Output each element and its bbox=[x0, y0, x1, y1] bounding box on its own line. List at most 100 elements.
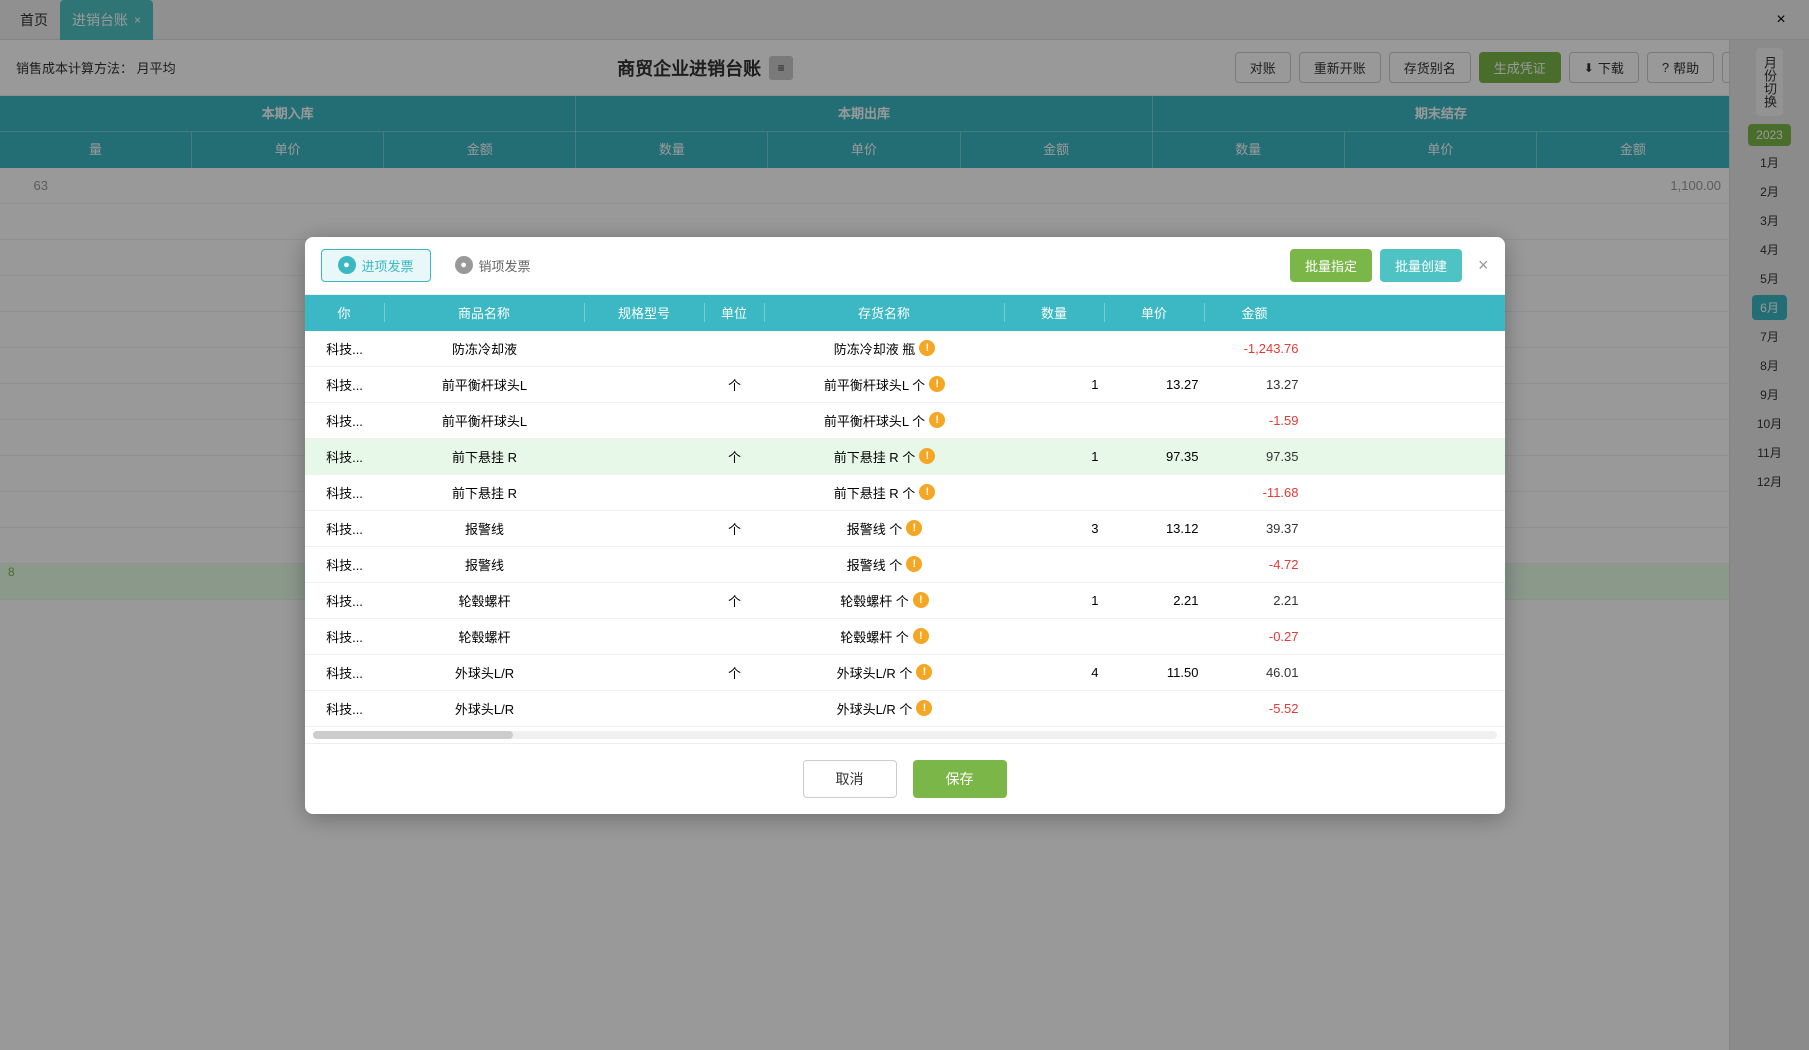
row-amount: 13.27 bbox=[1205, 377, 1305, 392]
row-inventory: 前下悬挂 R 个 ! bbox=[765, 483, 1005, 502]
row-unit: 个 bbox=[705, 519, 765, 538]
warning-icon: ! bbox=[906, 556, 922, 572]
col-header-product: 商品名称 bbox=[385, 303, 585, 322]
warning-icon: ! bbox=[919, 340, 935, 356]
row-company: 科技... bbox=[305, 555, 385, 574]
col-header-inventory: 存货名称 bbox=[765, 303, 1005, 322]
row-unit: 个 bbox=[705, 591, 765, 610]
row-amount: -5.52 bbox=[1205, 701, 1305, 716]
row-company: 科技... bbox=[305, 699, 385, 718]
dialog-close-button[interactable]: × bbox=[1478, 255, 1489, 276]
warning-icon: ! bbox=[913, 592, 929, 608]
row-price: 97.35 bbox=[1105, 449, 1205, 464]
col-header-price: 单价 bbox=[1105, 303, 1205, 322]
warning-icon: ! bbox=[929, 412, 945, 428]
batch-assign-button[interactable]: 批量指定 bbox=[1290, 249, 1372, 282]
row-product: 轮毂螺杆 bbox=[385, 627, 585, 646]
table-row[interactable]: 科技... 前平衡杆球头L 前平衡杆球头L 个 ! -1.59 bbox=[305, 403, 1505, 439]
tab-incoming-invoice[interactable]: ● 进项发票 bbox=[321, 249, 431, 282]
row-inventory: 防冻冷却液 瓶 ! bbox=[765, 339, 1005, 358]
dialog-header-right: 批量指定 批量创建 × bbox=[1290, 249, 1489, 282]
table-row[interactable]: 科技... 前下悬挂 R 个 前下悬挂 R 个 ! 1 97.35 97.35 bbox=[305, 439, 1505, 475]
row-amount: 97.35 bbox=[1205, 449, 1305, 464]
tab-outgoing-invoice[interactable]: ● 销项发票 bbox=[439, 250, 547, 281]
col-header-company: 你 bbox=[305, 303, 385, 322]
row-price: 13.12 bbox=[1105, 521, 1205, 536]
row-company: 科技... bbox=[305, 411, 385, 430]
row-company: 科技... bbox=[305, 339, 385, 358]
table-row[interactable]: 科技... 报警线 报警线 个 ! -4.72 bbox=[305, 547, 1505, 583]
row-product: 防冻冷却液 bbox=[385, 339, 585, 358]
row-product: 轮毂螺杆 bbox=[385, 591, 585, 610]
table-row[interactable]: 科技... 前下悬挂 R 前下悬挂 R 个 ! -11.68 bbox=[305, 475, 1505, 511]
warning-icon: ! bbox=[929, 376, 945, 392]
table-row[interactable]: 科技... 报警线 个 报警线 个 ! 3 13.12 39.37 bbox=[305, 511, 1505, 547]
cancel-button[interactable]: 取消 bbox=[803, 760, 897, 798]
dialog-footer: 取消 保存 bbox=[305, 743, 1505, 814]
row-amount: -1,243.76 bbox=[1205, 341, 1305, 356]
row-inventory: 外球头L/R 个 ! bbox=[765, 699, 1005, 718]
col-header-unit: 单位 bbox=[705, 303, 765, 322]
row-unit: 个 bbox=[705, 375, 765, 394]
warning-icon: ! bbox=[919, 448, 935, 464]
row-product: 报警线 bbox=[385, 519, 585, 538]
row-quantity: 1 bbox=[1005, 377, 1105, 392]
row-unit: 个 bbox=[705, 663, 765, 682]
scrollbar-thumb[interactable] bbox=[313, 731, 513, 739]
row-amount: -0.27 bbox=[1205, 629, 1305, 644]
dialog-col-header-row: 你 商品名称 规格型号 单位 存货名称 数量 单价 金额 bbox=[305, 295, 1505, 331]
row-price: 13.27 bbox=[1105, 377, 1205, 392]
incoming-tab-icon: ● bbox=[338, 256, 356, 274]
dialog-table: 你 商品名称 规格型号 单位 存货名称 数量 单价 金额 科技... 防冻冷却液… bbox=[305, 295, 1505, 743]
table-row[interactable]: 科技... 轮毂螺杆 轮毂螺杆 个 ! -0.27 bbox=[305, 619, 1505, 655]
table-row[interactable]: 科技... 轮毂螺杆 个 轮毂螺杆 个 ! 1 2.21 2.21 bbox=[305, 583, 1505, 619]
row-quantity: 3 bbox=[1005, 521, 1105, 536]
horizontal-scrollbar[interactable] bbox=[313, 731, 1497, 739]
row-product: 外球头L/R bbox=[385, 699, 585, 718]
dialog-header: ● 进项发票 ● 销项发票 批量指定 批量创建 × bbox=[305, 237, 1505, 295]
row-amount: 39.37 bbox=[1205, 521, 1305, 536]
table-row[interactable]: 科技... 防冻冷却液 防冻冷却液 瓶 ! -1,243.76 bbox=[305, 331, 1505, 367]
row-inventory: 前平衡杆球头L 个 ! bbox=[765, 375, 1005, 394]
row-product: 前下悬挂 R bbox=[385, 447, 585, 466]
warning-icon: ! bbox=[916, 664, 932, 680]
warning-icon: ! bbox=[916, 700, 932, 716]
row-inventory: 轮毂螺杆 个 ! bbox=[765, 591, 1005, 610]
row-inventory: 报警线 个 ! bbox=[765, 555, 1005, 574]
row-quantity: 4 bbox=[1005, 665, 1105, 680]
row-inventory: 轮毂螺杆 个 ! bbox=[765, 627, 1005, 646]
row-company: 科技... bbox=[305, 447, 385, 466]
row-product: 前下悬挂 R bbox=[385, 483, 585, 502]
row-company: 科技... bbox=[305, 663, 385, 682]
row-amount: -11.68 bbox=[1205, 485, 1305, 500]
table-row[interactable]: 科技... 外球头L/R 个 外球头L/R 个 ! 4 11.50 46.01 bbox=[305, 655, 1505, 691]
row-inventory: 报警线 个 ! bbox=[765, 519, 1005, 538]
col-header-amount: 金额 bbox=[1205, 303, 1305, 322]
table-row[interactable]: 科技... 外球头L/R 外球头L/R 个 ! -5.52 bbox=[305, 691, 1505, 727]
row-company: 科技... bbox=[305, 375, 385, 394]
table-row[interactable]: 科技... 前平衡杆球头L 个 前平衡杆球头L 个 ! 1 13.27 13.2… bbox=[305, 367, 1505, 403]
row-product: 报警线 bbox=[385, 555, 585, 574]
col-header-spec: 规格型号 bbox=[585, 303, 705, 322]
row-amount: -4.72 bbox=[1205, 557, 1305, 572]
row-company: 科技... bbox=[305, 627, 385, 646]
col-header-quantity: 数量 bbox=[1005, 303, 1105, 322]
warning-icon: ! bbox=[913, 628, 929, 644]
dialog-rows-container: 科技... 防冻冷却液 防冻冷却液 瓶 ! -1,243.76 科技... 前平… bbox=[305, 331, 1505, 727]
batch-create-button[interactable]: 批量创建 bbox=[1380, 249, 1462, 282]
row-product: 前平衡杆球头L bbox=[385, 411, 585, 430]
row-company: 科技... bbox=[305, 591, 385, 610]
row-amount: -1.59 bbox=[1205, 413, 1305, 428]
row-quantity: 1 bbox=[1005, 449, 1105, 464]
row-amount: 2.21 bbox=[1205, 593, 1305, 608]
modal-overlay: ● 进项发票 ● 销项发票 批量指定 批量创建 × 你 商品名称 规格型号 单位… bbox=[0, 0, 1809, 1050]
row-inventory: 前下悬挂 R 个 ! bbox=[765, 447, 1005, 466]
row-price: 11.50 bbox=[1105, 665, 1205, 680]
row-unit: 个 bbox=[705, 447, 765, 466]
save-button[interactable]: 保存 bbox=[913, 760, 1007, 798]
row-product: 外球头L/R bbox=[385, 663, 585, 682]
row-price: 2.21 bbox=[1105, 593, 1205, 608]
warning-icon: ! bbox=[906, 520, 922, 536]
row-inventory: 外球头L/R 个 ! bbox=[765, 663, 1005, 682]
warning-icon: ! bbox=[919, 484, 935, 500]
